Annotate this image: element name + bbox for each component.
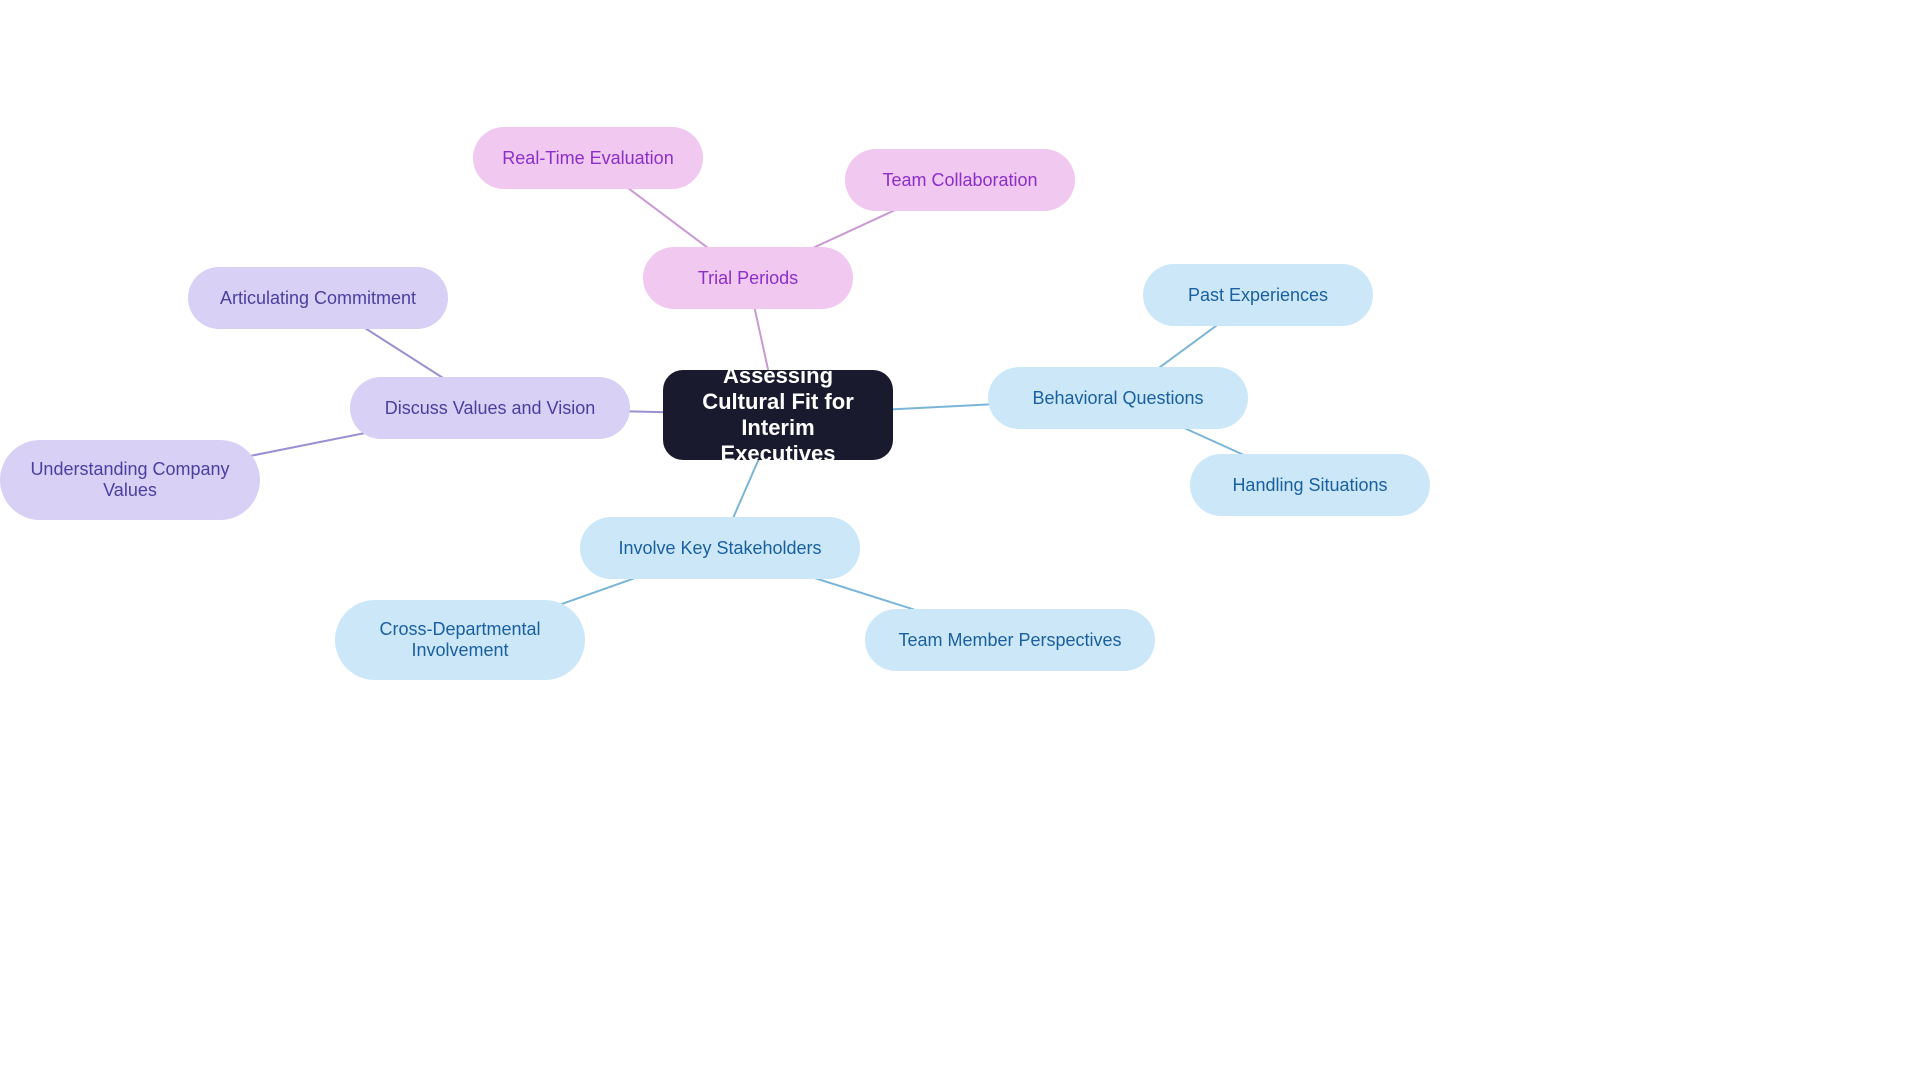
node-cross-departmental[interactable]: Cross-Departmental Involvement xyxy=(335,600,585,680)
node-articulating-commitment[interactable]: Articulating Commitment xyxy=(188,267,448,329)
node-team-collaboration[interactable]: Team Collaboration xyxy=(845,149,1075,211)
node-discuss-values[interactable]: Discuss Values and Vision xyxy=(350,377,630,439)
node-past-experiences[interactable]: Past Experiences xyxy=(1143,264,1373,326)
center-node[interactable]: Assessing Cultural Fit for Interim Execu… xyxy=(663,370,893,460)
node-real-time-evaluation[interactable]: Real-Time Evaluation xyxy=(473,127,703,189)
mindmap-container: Assessing Cultural Fit for Interim Execu… xyxy=(0,0,1920,1083)
node-team-member-perspectives[interactable]: Team Member Perspectives xyxy=(865,609,1155,671)
node-trial-periods[interactable]: Trial Periods xyxy=(643,247,853,309)
node-behavioral-questions[interactable]: Behavioral Questions xyxy=(988,367,1248,429)
node-handling-situations[interactable]: Handling Situations xyxy=(1190,454,1430,516)
node-involve-key-stakeholders[interactable]: Involve Key Stakeholders xyxy=(580,517,860,579)
node-understanding-company-values[interactable]: Understanding Company Values xyxy=(0,440,260,520)
